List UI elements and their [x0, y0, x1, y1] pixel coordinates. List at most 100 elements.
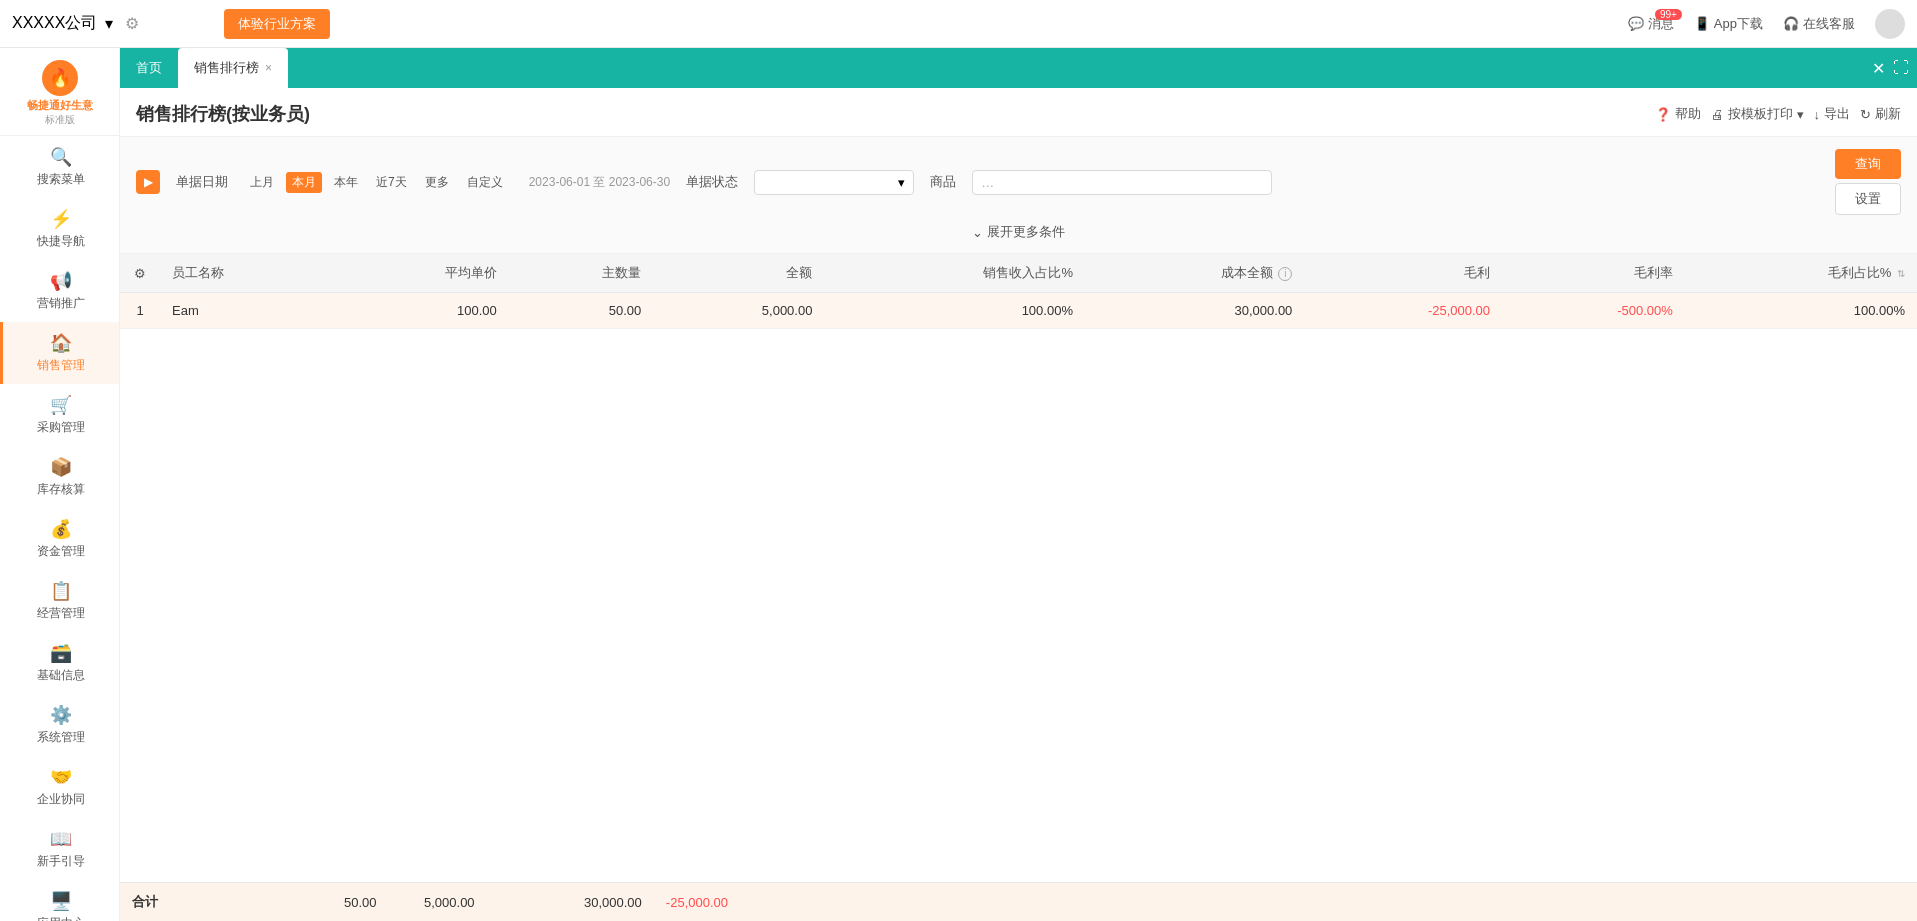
guide-icon: 📖	[50, 828, 72, 850]
goods-input[interactable]: …	[972, 170, 1272, 195]
date-option-last-month[interactable]: 上月	[244, 172, 280, 193]
refresh-label: 刷新	[1875, 105, 1901, 123]
col-avg-price: 平均单价	[334, 254, 508, 293]
company-name: XXXXX公司	[12, 13, 97, 34]
topbar: XXXXX公司 ▾ ⚙ 体验行业方案 💬 消息 99+ 📱 App下载 🎧 在线…	[0, 0, 1917, 48]
messages-btn[interactable]: 💬 消息 99+	[1628, 15, 1674, 33]
table-header-row: ⚙ 员工名称 平均单价 主数量 全额 销售收入占比% 成本全额 i 毛利 毛利率…	[120, 254, 1917, 293]
sidebar-item-inventory[interactable]: 📦 库存核算	[0, 446, 119, 508]
sidebar-item-marketing[interactable]: 📢 营销推广	[0, 260, 119, 322]
gross-ratio-sort-icon[interactable]: ⇅	[1897, 268, 1905, 279]
refresh-icon: ↻	[1860, 107, 1871, 122]
cell-amount: 5,000.00	[653, 293, 824, 329]
footer-amount: 5,000.00	[412, 895, 492, 910]
export-label: 导出	[1824, 105, 1850, 123]
sidebar-item-system[interactable]: ⚙️ 系统管理	[0, 694, 119, 756]
main-layout: 🔥 畅捷通好生意 标准版 🔍 搜索菜单 ⚡ 快捷导航 📢 营销推广 🏠 销售管理…	[0, 48, 1917, 921]
print-btn[interactable]: 🖨 按模板打印 ▾	[1711, 105, 1804, 123]
filter-area: ▶ 单据日期 上月 本月 本年 近7天 更多 自定义 2023-06-01 至 …	[120, 137, 1917, 254]
col-employee: 员工名称	[160, 254, 334, 293]
date-filter-label: 单据日期	[176, 173, 228, 191]
table-footer: 合计 50.00 5,000.00 30,000.00 -25,000.00	[120, 882, 1917, 921]
help-btn[interactable]: ❓ 帮助	[1655, 105, 1701, 123]
sidebar-item-guide[interactable]: 📖 新手引导	[0, 818, 119, 880]
topbar-right: 💬 消息 99+ 📱 App下载 🎧 在线客服	[1628, 9, 1905, 39]
sidebar-item-label: 新手引导	[37, 853, 85, 870]
col-settings[interactable]: ⚙	[120, 254, 160, 293]
filter-row: ▶ 单据日期 上月 本月 本年 近7天 更多 自定义 2023-06-01 至 …	[136, 149, 1901, 215]
sidebar-item-operations[interactable]: 📋 经营管理	[0, 570, 119, 632]
sidebar-item-apps[interactable]: 🖥️ 应用中心	[0, 880, 119, 921]
filter-expand-arrow[interactable]: ▶	[136, 170, 160, 194]
tab-sales-ranking[interactable]: 销售排行榜 ×	[178, 48, 288, 88]
sidebar-item-label: 系统管理	[37, 729, 85, 746]
logo-icon: 🔥	[42, 60, 78, 96]
phone-icon: 📱	[1694, 16, 1710, 31]
date-option-this-month[interactable]: 本月	[286, 172, 322, 193]
enterprise-icon: 🤝	[50, 766, 72, 788]
tab-home[interactable]: 首页	[120, 48, 178, 88]
cost-info-icon[interactable]: i	[1278, 267, 1292, 281]
sidebar-item-label: 库存核算	[37, 481, 85, 498]
sidebar-item-label: 基础信息	[37, 667, 85, 684]
company-selector[interactable]: XXXXX公司 ▾ ⚙	[12, 13, 212, 34]
date-option-custom[interactable]: 自定义	[461, 172, 509, 193]
page-header-actions: ❓ 帮助 🖨 按模板打印 ▾ ↓ 导出 ↻ 刷新	[1655, 105, 1902, 123]
cell-rank: 1	[120, 293, 160, 329]
trial-btn[interactable]: 体验行业方案	[224, 9, 330, 39]
export-icon: ↓	[1814, 107, 1821, 122]
user-avatar[interactable]	[1875, 9, 1905, 39]
expand-label: 展开更多条件	[987, 223, 1065, 241]
cell-gross-rate: -500.00%	[1502, 293, 1685, 329]
date-option-7days[interactable]: 近7天	[370, 172, 413, 193]
expand-down-icon: ⌄	[972, 225, 983, 240]
sidebar-item-sales[interactable]: 🏠 销售管理	[0, 322, 119, 384]
sidebar-item-label: 企业协同	[37, 791, 85, 808]
sidebar: 🔥 畅捷通好生意 标准版 🔍 搜索菜单 ⚡ 快捷导航 📢 营销推广 🏠 销售管理…	[0, 48, 120, 921]
col-gross-ratio: 毛利占比% ⇅	[1685, 254, 1917, 293]
msg-badge: 99+	[1655, 9, 1682, 20]
page-title: 销售排行榜(按业务员)	[136, 102, 310, 126]
sidebar-item-basic-info[interactable]: 🗃️ 基础信息	[0, 632, 119, 694]
finance-icon: 💰	[50, 518, 72, 540]
lightning-icon: ⚡	[50, 208, 72, 230]
col-qty: 主数量	[509, 254, 654, 293]
settings-gear-icon[interactable]: ⚙	[125, 14, 139, 33]
cell-gross-ratio: 100.00%	[1685, 293, 1917, 329]
purchase-icon: 🛒	[50, 394, 72, 416]
tab-restore-icon[interactable]: ⛶	[1893, 59, 1909, 77]
headset-icon: 🎧	[1783, 16, 1799, 31]
tabbar-right: ✕ ⛶	[1872, 59, 1917, 78]
system-icon: ⚙️	[50, 704, 72, 726]
cell-cost: 30,000.00	[1085, 293, 1304, 329]
status-select-arrow: ▾	[898, 175, 905, 190]
tab-label: 销售排行榜	[194, 59, 259, 77]
col-gross-rate: 毛利率	[1502, 254, 1685, 293]
cell-qty: 50.00	[509, 293, 654, 329]
export-btn[interactable]: ↓ 导出	[1814, 105, 1851, 123]
tab-close-icon[interactable]: ×	[265, 61, 272, 75]
sidebar-logo: 🔥 畅捷通好生意 标准版	[0, 48, 119, 136]
col-gross: 毛利	[1304, 254, 1502, 293]
tab-close-window-icon[interactable]: ✕	[1872, 59, 1885, 78]
table-area: ⚙ 员工名称 平均单价 主数量 全额 销售收入占比% 成本全额 i 毛利 毛利率…	[120, 254, 1917, 882]
date-option-this-year[interactable]: 本年	[328, 172, 364, 193]
help-icon: ❓	[1655, 107, 1671, 122]
sidebar-item-enterprise[interactable]: 🤝 企业协同	[0, 756, 119, 818]
query-button[interactable]: 查询	[1835, 149, 1901, 179]
status-select[interactable]: ▾	[754, 170, 914, 195]
search-icon: 🔍	[50, 146, 72, 168]
settings-button[interactable]: 设置	[1835, 183, 1901, 215]
expand-more-btn[interactable]: ⌄ 展开更多条件	[972, 223, 1065, 241]
col-sales-ratio: 销售收入占比%	[824, 254, 1085, 293]
app-download-btn[interactable]: 📱 App下载	[1694, 15, 1763, 33]
sidebar-item-search[interactable]: 🔍 搜索菜单	[0, 136, 119, 198]
date-option-more[interactable]: 更多	[419, 172, 455, 193]
sidebar-item-quick-nav[interactable]: ⚡ 快捷导航	[0, 198, 119, 260]
sidebar-item-label: 应用中心	[37, 915, 85, 921]
sidebar-item-finance[interactable]: 💰 资金管理	[0, 508, 119, 570]
online-service-btn[interactable]: 🎧 在线客服	[1783, 15, 1855, 33]
refresh-btn[interactable]: ↻ 刷新	[1860, 105, 1901, 123]
logo-sub: 标准版	[45, 113, 75, 127]
sidebar-item-purchase[interactable]: 🛒 采购管理	[0, 384, 119, 446]
